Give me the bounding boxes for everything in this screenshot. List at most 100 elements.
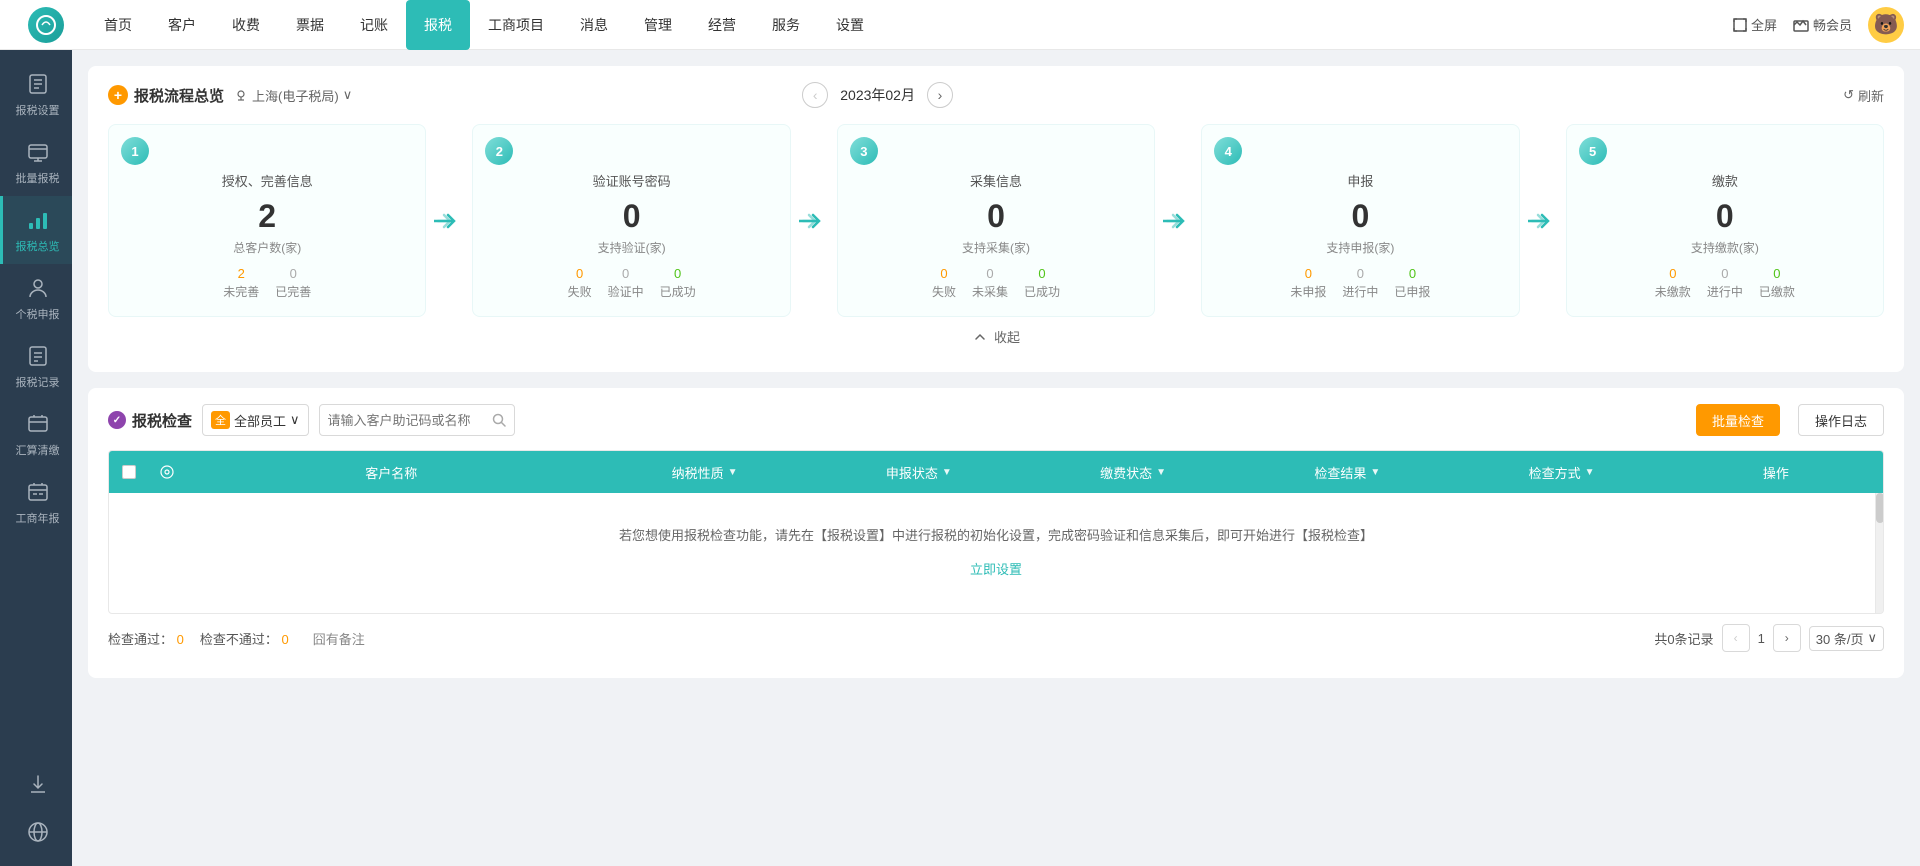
tax-check-card: ✓ 报税检查 全 全部员工 ∨ 批量检查 [88,388,1904,678]
th-payment-status-label: 缴费状态 [1100,463,1152,482]
batch-check-button[interactable]: 批量检查 [1696,404,1780,436]
nav-client[interactable]: 客户 [150,0,214,50]
check-fail-val[interactable]: 0 [282,632,289,647]
next-month-button[interactable]: › [927,82,953,108]
nav-service[interactable]: 服务 [754,0,818,50]
nav-accounting[interactable]: 记账 [342,0,406,50]
step-arrow-4 [1520,124,1566,317]
setup-link[interactable]: 立即设置 [619,557,1373,583]
check-header: ✓ 报税检查 全 全部员工 ∨ 批量检查 [108,404,1884,436]
step-5-stat-2-label: 已缴款 [1759,283,1795,300]
fullscreen-button[interactable]: 全屏 [1733,15,1777,34]
step-3-collect: 3 采集信息 0 支持采集(家) 0 失败 0 未采集 [837,124,1155,317]
nav-home[interactable]: 首页 [86,0,150,50]
check-pass-val[interactable]: 0 [177,632,184,647]
th-tax-nature-filter: ▼ [728,467,738,478]
step-arrow-1 [426,124,472,317]
tax-records-icon [24,342,52,370]
nav-management[interactable]: 管理 [626,0,690,50]
th-settings[interactable] [149,465,185,479]
sidebar-label-batch-tax: 批量报税 [16,170,60,186]
step-4-stat-1-label: 进行中 [1342,283,1378,300]
th-payment-status[interactable]: 缴费状态 ▼ [1026,463,1240,482]
th-tax-nature[interactable]: 纳税性质 ▼ [598,463,812,482]
nav-settings[interactable]: 设置 [818,0,882,50]
prev-page-button[interactable]: ‹ [1722,624,1750,652]
sidebar-item-annual-report[interactable]: 工商年报 [0,468,72,536]
empty-message: 若您想使用报税检查功能，请先在【报税设置】中进行报税的初始化设置，完成密码验证和… [619,523,1373,549]
th-checkbox[interactable] [109,465,149,479]
step-5-stat-1-val: 0 [1721,266,1728,281]
step-1-number: 1 [121,137,149,165]
step-4-number: 4 [1214,137,1242,165]
vip-button[interactable]: 畅会员 [1793,15,1852,34]
nav-fee[interactable]: 收费 [214,0,278,50]
table-footer: 检查通过： 0 检查不通过： 0 囧有备注 共0条记录 ‹ 1 › 30 条/页… [108,614,1884,662]
sidebar-label-reconcile: 汇算清缴 [16,442,60,458]
sidebar-item-personal-tax[interactable]: 个税申报 [0,264,72,332]
sidebar-item-download[interactable] [0,760,72,808]
location-tag[interactable]: 上海(电子税局) ∨ [234,86,352,105]
content-area: + 报税流程总览 上海(电子税局) ∨ ‹ 2023年02月 › [72,50,1920,866]
step-4-declare: 4 申报 0 支持申报(家) 0 未申报 0 进行中 [1201,124,1519,317]
step-2-stat-0-label: 失败 [568,283,592,300]
sidebar-label-personal-tax: 个税申报 [16,306,60,322]
client-search-input[interactable] [328,413,488,428]
location-chevron: ∨ [343,87,353,103]
nav-operation[interactable]: 经营 [690,0,754,50]
sidebar-item-reconcile[interactable]: 汇算清缴 [0,400,72,468]
step-1-authorize: 1 授权、完善信息 2 总客户数(家) 2 未完善 0 已完善 [108,124,426,317]
check-circle-icon: ✓ [108,411,126,429]
step-2-verify: 2 验证账号密码 0 支持验证(家) 0 失败 0 验证中 [472,124,790,317]
sidebar-item-tax-overview[interactable]: 报税总览 [0,196,72,264]
step-5-stat-2-val: 0 [1773,266,1780,281]
th-check-method[interactable]: 检查方式 ▼ [1455,463,1669,482]
step-3-count: 0 [987,198,1005,235]
page-size-select[interactable]: 30 条/页 ∨ [1809,626,1884,651]
refresh-button[interactable]: ↺ 刷新 [1843,86,1884,105]
collapse-bar[interactable]: 收起 [108,317,1884,352]
step-4-title: 申报 [1347,171,1373,190]
vip-label: 畅会员 [1813,15,1852,34]
step-1-stat-1-label: 已完善 [275,283,311,300]
step-5-stat-0-label: 未缴款 [1655,283,1691,300]
scroll-thumb[interactable] [1876,493,1884,523]
scrollbar[interactable] [1875,493,1883,613]
step-5-sub: 支持缴款(家) [1691,239,1759,256]
settings-icon [160,465,174,479]
sidebar-bottom [0,760,72,866]
step-2-stats: 0 失败 0 验证中 0 已成功 [568,266,696,300]
top-nav: 首页 客户 收费 票据 记账 报税 工商项目 消息 管理 经营 服务 设置 全屏… [0,0,1920,50]
nav-invoice[interactable]: 票据 [278,0,342,50]
avatar-bear[interactable]: 🐻 [1868,7,1904,43]
step-2-stat-2-val: 0 [674,266,681,281]
prev-month-button[interactable]: ‹ [802,82,828,108]
sidebar-item-batch-tax[interactable]: 批量报税 [0,128,72,196]
check-fail-label: 检查不通过： [200,632,278,647]
sidebar-label-tax-settings: 报税设置 [16,102,60,118]
step-3-stat-0-val: 0 [940,266,947,281]
page-size-label: 30 条/页 [1816,629,1864,648]
client-search-box[interactable] [319,404,515,436]
fullscreen-label: 全屏 [1751,15,1777,34]
step-4-stat-2-val: 0 [1409,266,1416,281]
step-1-stat-0-val: 2 [238,266,245,281]
nav-message[interactable]: 消息 [562,0,626,50]
select-all-checkbox[interactable] [122,465,136,479]
sidebar-item-globe[interactable] [0,808,72,856]
sidebar-item-tax-settings[interactable]: 报税设置 [0,60,72,128]
step-3-stats: 0 失败 0 未采集 0 已成功 [932,266,1060,300]
th-declare-status-label: 申报状态 [886,463,938,482]
step-2-stat-1-label: 验证中 [608,283,644,300]
operation-log-button[interactable]: 操作日志 [1798,404,1884,436]
nav-business[interactable]: 工商项目 [470,0,562,50]
th-check-result[interactable]: 检查结果 ▼ [1240,463,1454,482]
sidebar-item-tax-records[interactable]: 报税记录 [0,332,72,400]
next-page-button[interactable]: › [1773,624,1801,652]
employee-filter-select[interactable]: 全 全部员工 ∨ [202,404,309,436]
process-header: + 报税流程总览 上海(电子税局) ∨ ‹ 2023年02月 › [108,82,1884,108]
th-declare-status[interactable]: 申报状态 ▼ [812,463,1026,482]
nav-tax[interactable]: 报税 [406,0,470,50]
logo[interactable] [16,7,76,43]
step-4-sub: 支持申报(家) [1326,239,1394,256]
